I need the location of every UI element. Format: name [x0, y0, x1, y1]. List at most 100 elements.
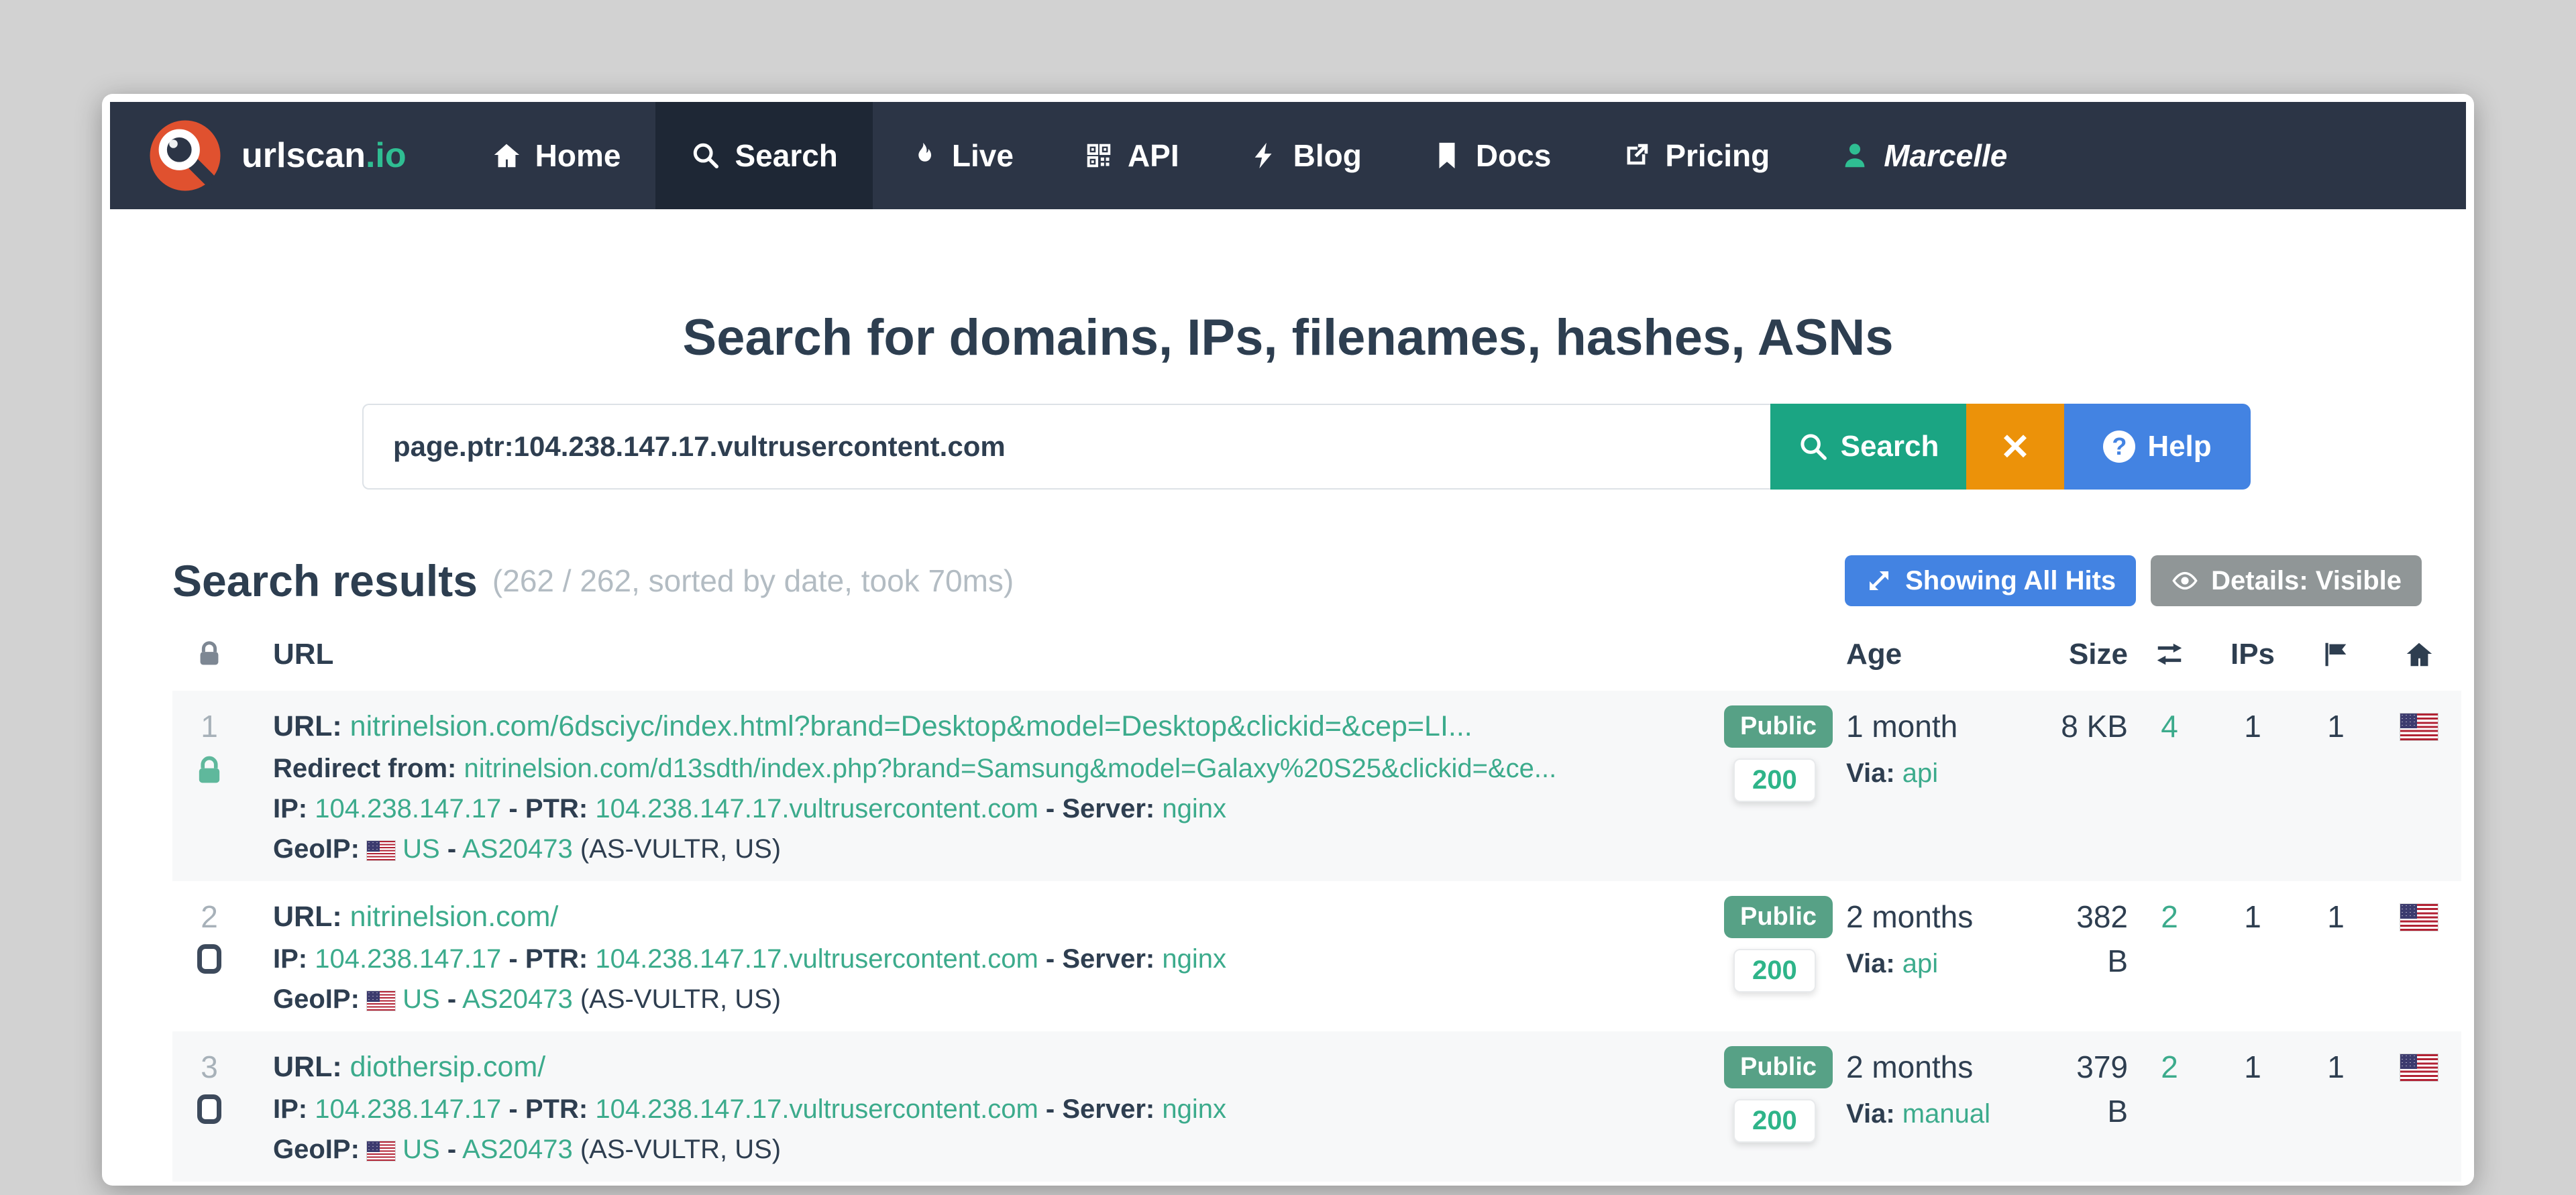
bookmark-icon: [1439, 142, 1455, 169]
results-title: Search results: [172, 556, 478, 606]
results-meta: (262 / 262, sorted by date, took 70ms): [492, 563, 1014, 598]
ips-count: 1: [2244, 1049, 2261, 1084]
result-url-link[interactable]: nitrinelsion.com/6dsciyc/index.html?bran…: [350, 710, 1472, 742]
ip-link[interactable]: 104.238.147.17: [315, 1094, 501, 1124]
geo-country-link[interactable]: US: [402, 1135, 440, 1164]
requests-count-link[interactable]: 2: [2161, 1045, 2178, 1170]
question-circle-icon: ?: [2103, 431, 2136, 463]
age-value: 2 months: [1846, 1049, 1974, 1084]
visibility-badge: Public: [1724, 705, 1833, 748]
result-row[interactable]: 3 URL: diothersip.com/ IP: 104.238.147.1…: [172, 1031, 2461, 1182]
geo-country-link[interactable]: US: [402, 984, 440, 1014]
expand-arrows-icon: [1870, 571, 1889, 590]
server-link[interactable]: nginx: [1162, 794, 1226, 823]
result-row[interactable]: 1 URL: nitrinelsion.com/6dsciyc/index.ht…: [172, 691, 2461, 881]
ptr-link[interactable]: 104.238.147.17.vultrusercontent.com: [595, 1094, 1038, 1124]
requests-column-header[interactable]: [2128, 639, 2211, 670]
via-link[interactable]: api: [1902, 949, 1938, 978]
url-label: URL:: [273, 1051, 342, 1083]
redirect-line: Redirect from: nitrinelsion.com/d13sdth/…: [273, 748, 1724, 789]
nav-item-marcelle[interactable]: Marcelle: [1805, 102, 2042, 209]
ptr-link[interactable]: 104.238.147.17.vultrusercontent.com: [595, 944, 1038, 974]
page-card: urlscan.io Home Search Live API Blog Docs Pric…: [102, 94, 2474, 1186]
via-link[interactable]: api: [1902, 758, 1938, 788]
brand-link[interactable]: urlscan.io: [110, 102, 445, 209]
age-column-header[interactable]: Age: [1846, 638, 2047, 671]
ip-label: IP:: [273, 944, 308, 974]
server-link[interactable]: nginx: [1162, 944, 1226, 974]
geo-country-link[interactable]: US: [402, 834, 440, 864]
result-checkbox[interactable]: [197, 1094, 221, 1124]
requests-count-link[interactable]: 2: [2161, 895, 2178, 1019]
nav-item-api[interactable]: API: [1049, 102, 1214, 209]
country-flag-us-icon: [2400, 714, 2438, 740]
url-column-header[interactable]: URL: [246, 638, 1724, 671]
result-number: 1: [201, 709, 218, 744]
nav-item-blog[interactable]: Blog: [1214, 102, 1397, 209]
visibility-badge: Public: [1724, 1046, 1833, 1088]
result-url-link[interactable]: diothersip.com/: [350, 1051, 546, 1083]
result-checkbox[interactable]: [197, 944, 221, 974]
nav-item-live[interactable]: Live: [873, 102, 1049, 209]
nav-item-home[interactable]: Home: [456, 102, 656, 209]
search-bar: Search ✕ ? Help: [362, 404, 2251, 490]
ips-column-header[interactable]: IPs: [2211, 638, 2294, 671]
flags-count: 1: [2327, 709, 2345, 744]
result-number: 3: [201, 1049, 218, 1084]
requests-count-link[interactable]: 4: [2161, 704, 2178, 869]
geo-org: (AS-VULTR, US): [580, 984, 782, 1014]
server-link[interactable]: nginx: [1162, 1094, 1226, 1124]
via-link[interactable]: manual: [1902, 1099, 1990, 1129]
geo-asn-link[interactable]: AS20473: [462, 984, 573, 1014]
details-visible-button[interactable]: Details: Visible: [2151, 555, 2422, 606]
help-button[interactable]: ? Help: [2064, 404, 2251, 490]
showing-all-hits-button[interactable]: Showing All Hits: [1845, 555, 2137, 606]
lock-column-header[interactable]: [172, 639, 246, 670]
status-badge: 200: [1733, 949, 1816, 992]
geoip-line: GeoIP: US - AS20473 (AS-VULTR, US): [273, 834, 782, 864]
nav-item-label: Docs: [1475, 138, 1552, 173]
search-button[interactable]: Search: [1770, 404, 1966, 490]
geoip-label: GeoIP:: [273, 1135, 360, 1164]
size-value: 379 B: [2076, 1049, 2128, 1129]
ip-link[interactable]: 104.238.147.17: [315, 944, 501, 974]
nav-item-label: API: [1127, 138, 1179, 173]
nav-item-docs[interactable]: Docs: [1397, 102, 1586, 209]
nav-item-label: Pricing: [1665, 138, 1770, 173]
table-header-row: URL Age Size IPs: [172, 629, 2461, 680]
flags-column-header[interactable]: [2294, 639, 2377, 670]
via-label: Via:: [1846, 758, 1895, 788]
country-column-header[interactable]: [2377, 639, 2461, 670]
country-flag-us-icon: [2400, 904, 2438, 931]
us-flag-icon: [367, 991, 396, 1011]
size-column-header[interactable]: Size: [2047, 638, 2128, 671]
ips-count: 1: [2244, 899, 2261, 934]
results-table: URL Age Size IPs 1 URL: nitrinelsion.com…: [172, 629, 2461, 1182]
nav-item-pricing[interactable]: Pricing: [1586, 102, 1805, 209]
geo-asn-link[interactable]: AS20473: [462, 1135, 573, 1164]
server-label: Server:: [1062, 794, 1155, 823]
search-input[interactable]: [362, 404, 1770, 490]
ip-label: IP:: [273, 794, 308, 823]
geo-asn-link[interactable]: AS20473: [462, 834, 573, 864]
eye-icon: [2172, 571, 2198, 590]
redirect-url-link[interactable]: nitrinelsion.com/d13sdth/index.php?brand…: [464, 754, 1557, 783]
search-icon: [694, 143, 719, 168]
nav-item-label: Home: [535, 138, 621, 173]
geoip-label: GeoIP:: [273, 834, 360, 864]
ptr-label: PTR:: [525, 1094, 588, 1124]
ptr-link[interactable]: 104.238.147.17.vultrusercontent.com: [595, 794, 1038, 823]
via-label: Via:: [1846, 949, 1895, 978]
results-header: Search results (262 / 262, sorted by dat…: [172, 555, 2422, 606]
lock-icon: [199, 756, 220, 783]
ptr-label: PTR:: [525, 944, 588, 974]
nav-item-search[interactable]: Search: [655, 102, 873, 209]
result-url-link[interactable]: nitrinelsion.com/: [350, 901, 559, 933]
result-row[interactable]: 2 URL: nitrinelsion.com/ IP: 104.238.147…: [172, 881, 2461, 1031]
clear-search-button[interactable]: ✕: [1966, 404, 2064, 490]
search-icon: [1801, 434, 1827, 460]
ip-link[interactable]: 104.238.147.17: [315, 794, 501, 823]
urlscan-logo-icon: [150, 120, 221, 191]
server-label: Server:: [1062, 944, 1155, 974]
geoip-label: GeoIP:: [273, 984, 360, 1014]
